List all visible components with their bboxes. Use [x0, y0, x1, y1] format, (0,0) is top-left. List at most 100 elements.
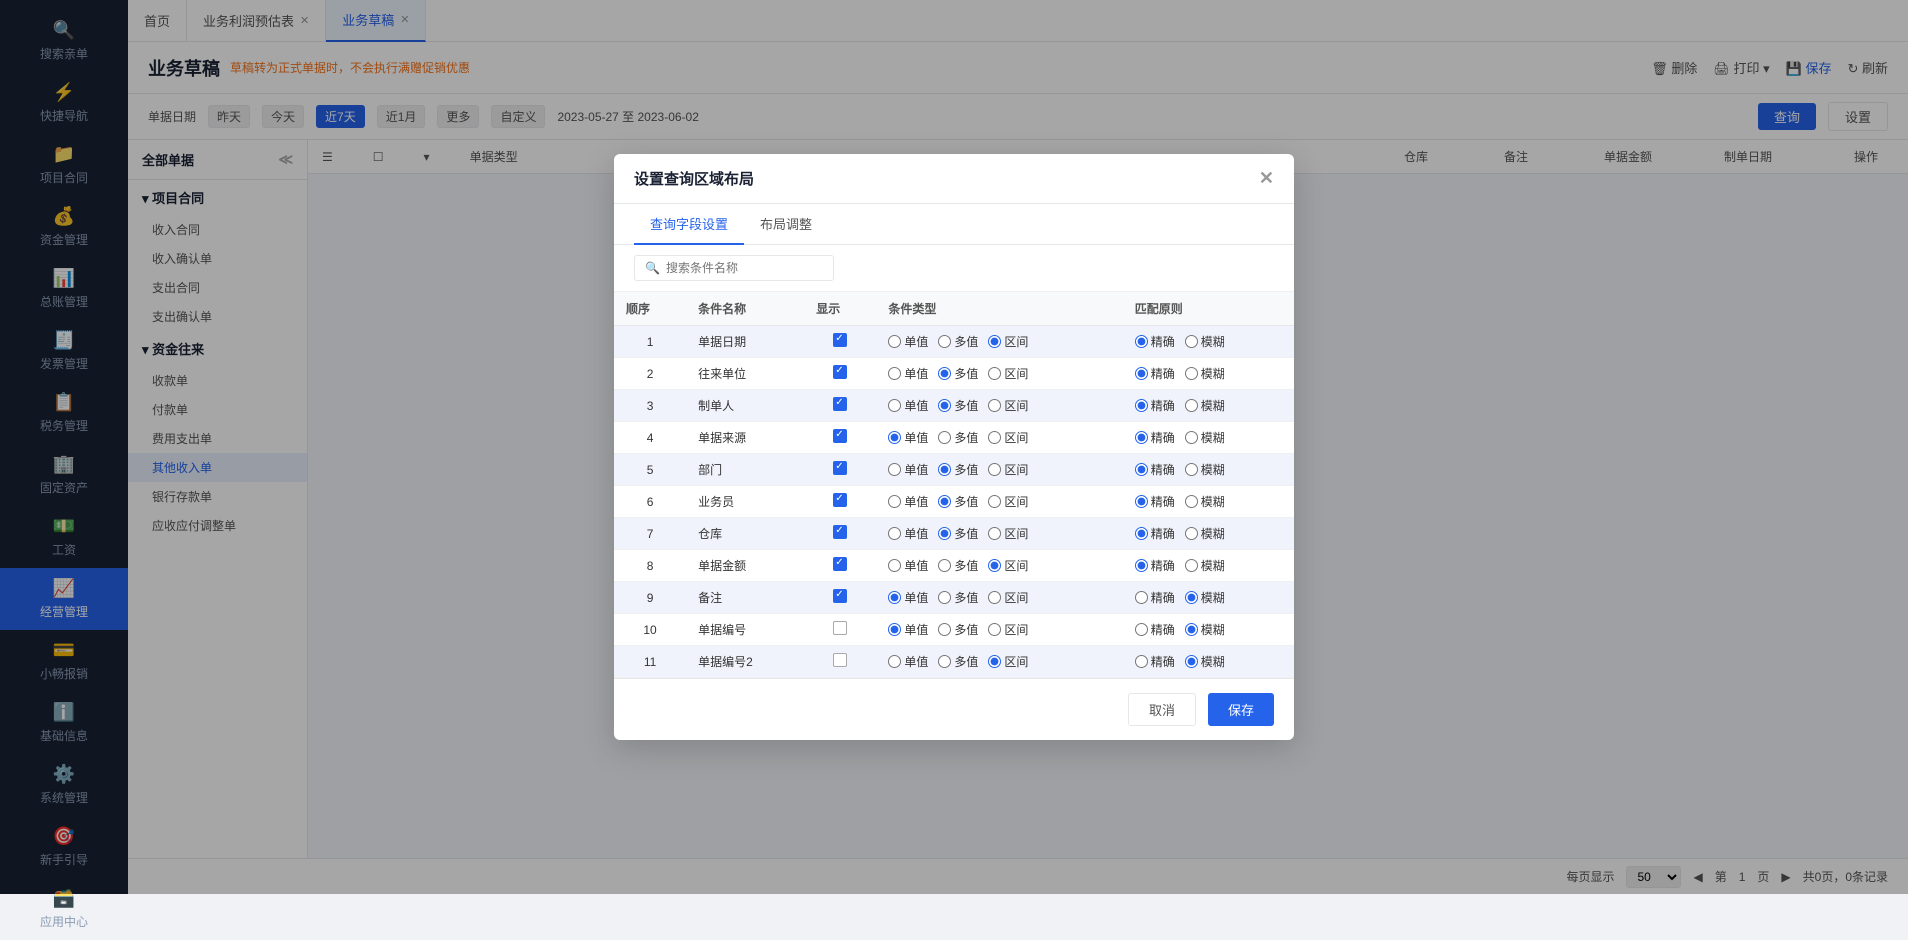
cell-match: 精确模糊: [1123, 518, 1294, 550]
radio-type-单值[interactable]: 单值: [888, 493, 928, 510]
cell-order: 9: [614, 582, 686, 614]
show-checkbox[interactable]: [833, 429, 847, 443]
cell-match: 精确模糊: [1123, 550, 1294, 582]
cancel-button[interactable]: 取消: [1128, 693, 1196, 726]
radio-type-多值[interactable]: 多值: [938, 397, 978, 414]
radio-type-多值[interactable]: 多值: [938, 621, 978, 638]
cell-show[interactable]: [804, 486, 876, 518]
radio-type-多值[interactable]: 多值: [938, 589, 978, 606]
show-checkbox[interactable]: [833, 557, 847, 571]
cell-show[interactable]: [804, 614, 876, 646]
show-checkbox[interactable]: [833, 365, 847, 379]
radio-type-多值[interactable]: 多值: [938, 525, 978, 542]
cell-show[interactable]: [804, 582, 876, 614]
radio-match-精确[interactable]: 精确: [1135, 589, 1175, 606]
radio-type-区间[interactable]: 区间: [988, 397, 1028, 414]
cell-match: 精确模糊: [1123, 390, 1294, 422]
radio-match-精确[interactable]: 精确: [1135, 525, 1175, 542]
radio-type-单值[interactable]: 单值: [888, 397, 928, 414]
radio-match-模糊[interactable]: 模糊: [1185, 461, 1225, 478]
show-checkbox[interactable]: [833, 397, 847, 411]
show-checkbox[interactable]: [833, 525, 847, 539]
radio-match-精确[interactable]: 精确: [1135, 621, 1175, 638]
modal-tab-fields[interactable]: 查询字段设置: [634, 204, 744, 245]
radio-type-区间[interactable]: 区间: [988, 557, 1028, 574]
cell-show[interactable]: [804, 358, 876, 390]
radio-type-多值[interactable]: 多值: [938, 333, 978, 350]
radio-match-模糊[interactable]: 模糊: [1185, 365, 1225, 382]
radio-type-多值[interactable]: 多值: [938, 461, 978, 478]
radio-type-单值[interactable]: 单值: [888, 589, 928, 606]
radio-type-单值[interactable]: 单值: [888, 429, 928, 446]
show-checkbox[interactable]: [833, 493, 847, 507]
cell-name: 单据日期: [686, 326, 804, 358]
radio-match-模糊[interactable]: 模糊: [1185, 653, 1225, 670]
radio-match-模糊[interactable]: 模糊: [1185, 589, 1225, 606]
radio-match-模糊[interactable]: 模糊: [1185, 397, 1225, 414]
radio-match-模糊[interactable]: 模糊: [1185, 525, 1225, 542]
modal-header: 设置查询区域布局 ✕: [614, 154, 1294, 204]
cell-show[interactable]: [804, 390, 876, 422]
radio-match-精确[interactable]: 精确: [1135, 653, 1175, 670]
radio-type-多值[interactable]: 多值: [938, 653, 978, 670]
radio-match-精确[interactable]: 精确: [1135, 397, 1175, 414]
show-checkbox[interactable]: [833, 653, 847, 667]
cell-name: 往来单位: [686, 358, 804, 390]
radio-match-精确[interactable]: 精确: [1135, 493, 1175, 510]
radio-match-精确[interactable]: 精确: [1135, 333, 1175, 350]
radio-type-单值[interactable]: 单值: [888, 461, 928, 478]
cell-match: 精确模糊: [1123, 326, 1294, 358]
cell-show[interactable]: [804, 518, 876, 550]
radio-type-区间[interactable]: 区间: [988, 589, 1028, 606]
radio-match-模糊[interactable]: 模糊: [1185, 333, 1225, 350]
radio-type-区间[interactable]: 区间: [988, 333, 1028, 350]
radio-type-多值[interactable]: 多值: [938, 365, 978, 382]
cell-type: 单值多值区间: [876, 326, 1122, 358]
radio-match-精确[interactable]: 精确: [1135, 557, 1175, 574]
radio-type-单值[interactable]: 单值: [888, 653, 928, 670]
cell-show[interactable]: [804, 326, 876, 358]
radio-type-区间[interactable]: 区间: [988, 365, 1028, 382]
modal-table: 顺序 条件名称 显示 条件类型 匹配原则 1单据日期单值多值区间精确模糊2往来单…: [614, 292, 1294, 678]
radio-type-区间[interactable]: 区间: [988, 621, 1028, 638]
radio-type-多值[interactable]: 多值: [938, 557, 978, 574]
radio-type-区间[interactable]: 区间: [988, 429, 1028, 446]
show-checkbox[interactable]: [833, 333, 847, 347]
radio-type-区间[interactable]: 区间: [988, 525, 1028, 542]
cell-show[interactable]: [804, 646, 876, 678]
radio-match-模糊[interactable]: 模糊: [1185, 557, 1225, 574]
radio-type-单值[interactable]: 单值: [888, 621, 928, 638]
modal-tab-layout[interactable]: 布局调整: [744, 204, 828, 245]
show-checkbox[interactable]: [833, 461, 847, 475]
radio-type-单值[interactable]: 单值: [888, 557, 928, 574]
cell-type: 单值多值区间: [876, 550, 1122, 582]
show-checkbox[interactable]: [833, 621, 847, 635]
radio-type-区间[interactable]: 区间: [988, 493, 1028, 510]
th-show: 显示: [804, 292, 876, 326]
cell-show[interactable]: [804, 550, 876, 582]
radio-match-精确[interactable]: 精确: [1135, 429, 1175, 446]
radio-match-模糊[interactable]: 模糊: [1185, 493, 1225, 510]
table-row: 4单据来源单值多值区间精确模糊: [614, 422, 1294, 454]
radio-type-区间[interactable]: 区间: [988, 653, 1028, 670]
cell-show[interactable]: [804, 422, 876, 454]
radio-type-单值[interactable]: 单值: [888, 365, 928, 382]
modal-close-button[interactable]: ✕: [1259, 168, 1274, 189]
table-row: 11单据编号2单值多值区间精确模糊: [614, 646, 1294, 678]
radio-type-单值[interactable]: 单值: [888, 525, 928, 542]
table-row: 5部门单值多值区间精确模糊: [614, 454, 1294, 486]
radio-type-单值[interactable]: 单值: [888, 333, 928, 350]
modal-search-input[interactable]: [666, 261, 816, 275]
show-checkbox[interactable]: [833, 589, 847, 603]
radio-type-多值[interactable]: 多值: [938, 429, 978, 446]
radio-type-区间[interactable]: 区间: [988, 461, 1028, 478]
radio-type-多值[interactable]: 多值: [938, 493, 978, 510]
modal-search-wrapper: 🔍: [634, 255, 834, 281]
cell-show[interactable]: [804, 454, 876, 486]
radio-match-模糊[interactable]: 模糊: [1185, 621, 1225, 638]
th-type: 条件类型: [876, 292, 1122, 326]
radio-match-精确[interactable]: 精确: [1135, 365, 1175, 382]
save-button[interactable]: 保存: [1208, 693, 1274, 726]
radio-match-模糊[interactable]: 模糊: [1185, 429, 1225, 446]
radio-match-精确[interactable]: 精确: [1135, 461, 1175, 478]
